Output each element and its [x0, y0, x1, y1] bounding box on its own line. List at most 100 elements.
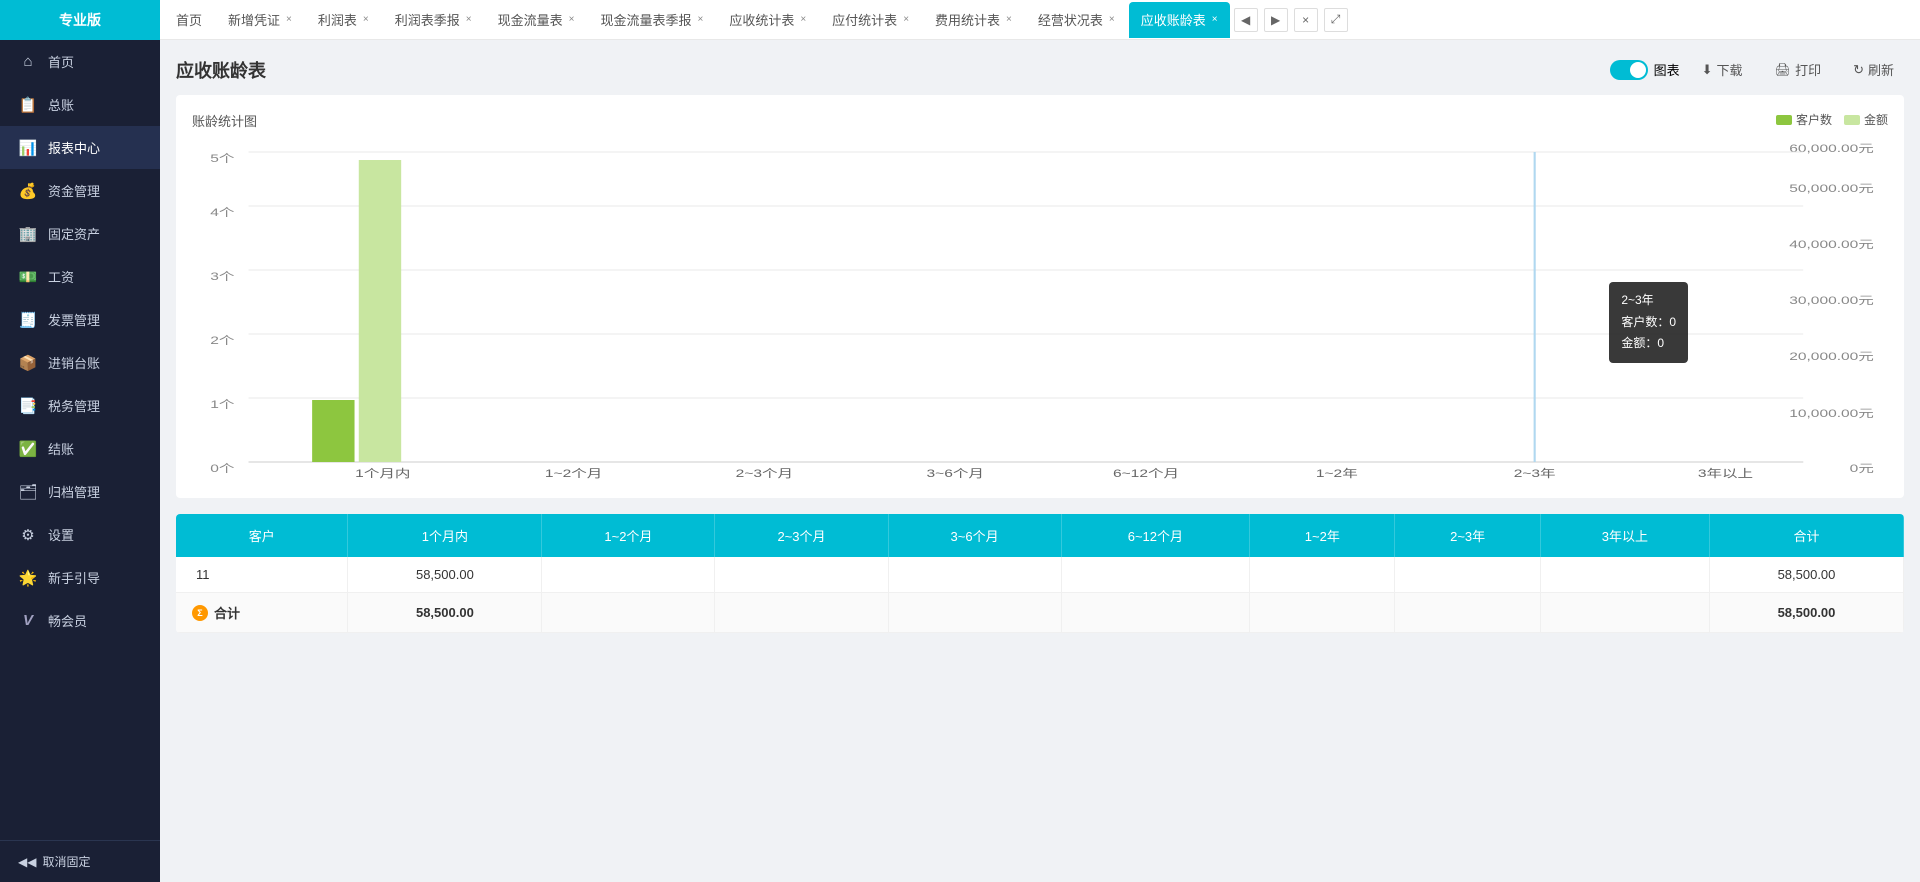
close-icon[interactable]: ×	[466, 14, 472, 25]
total-total: 58,500.00	[1709, 593, 1903, 633]
cell-m4	[888, 557, 1061, 593]
svg-text:30,000.00元: 30,000.00元	[1789, 294, 1874, 306]
tab-receivable-aging[interactable]: 应收账龄表 ×	[1129, 2, 1230, 38]
unpin-label: 取消固定	[42, 853, 90, 870]
tab-prev-btn[interactable]: ◀	[1234, 8, 1258, 32]
sidebar-item-checkout[interactable]: ✅ 结账	[0, 427, 160, 470]
sidebar-item-label: 结账	[48, 439, 74, 458]
svg-text:1~2个月: 1~2个月	[545, 467, 602, 479]
svg-text:2~3年: 2~3年	[1514, 467, 1556, 479]
sidebar-item-ledger[interactable]: 📋 总账	[0, 83, 160, 126]
close-icon[interactable]: ×	[1212, 14, 1218, 25]
col-m6: 1~2年	[1250, 514, 1395, 557]
home-icon: ⌂	[18, 53, 38, 70]
tab-operations[interactable]: 经营状况表 ×	[1026, 2, 1127, 38]
refresh-button[interactable]: ↻ 刷新	[1843, 56, 1904, 83]
close-icon[interactable]: ×	[697, 14, 703, 25]
total-m2	[542, 593, 715, 633]
toggle-label: 图表	[1654, 60, 1680, 79]
sidebar-item-salary[interactable]: 💵 工资	[0, 255, 160, 298]
svg-text:0个: 0个	[210, 462, 235, 474]
stock-icon: 📦	[18, 354, 38, 372]
total-text: 合计	[214, 603, 240, 622]
download-button[interactable]: ⬇ 下载	[1692, 56, 1753, 83]
tab-label: 应付统计表	[832, 10, 897, 29]
cell-m7	[1395, 557, 1540, 593]
chart-toggle-wrap: 图表	[1610, 60, 1680, 80]
sidebar-item-tax[interactable]: 📑 税务管理	[0, 384, 160, 427]
tab-profit-quarterly[interactable]: 利润表季报 ×	[383, 2, 484, 38]
close-icon[interactable]: ×	[286, 14, 292, 25]
total-label-cell: Σ 合计	[176, 593, 348, 633]
legend-amount-color	[1844, 115, 1860, 125]
vip-icon: V	[18, 612, 38, 629]
tab-expense-stats[interactable]: 费用统计表 ×	[923, 2, 1024, 38]
sidebar-item-archive[interactable]: 🗂 归档管理	[0, 470, 160, 513]
sidebar-item-home[interactable]: ⌂ 首页	[0, 40, 160, 83]
svg-text:2~3个月: 2~3个月	[736, 467, 793, 479]
col-m7: 2~3年	[1395, 514, 1540, 557]
sidebar-item-guide[interactable]: 🌟 新手引导	[0, 556, 160, 599]
svg-text:2个: 2个	[210, 334, 235, 346]
cell-m8	[1540, 557, 1709, 593]
tab-home[interactable]: 首页	[164, 2, 214, 38]
close-icon[interactable]: ×	[569, 14, 575, 25]
tab-payable-stats[interactable]: 应付统计表 ×	[820, 2, 921, 38]
close-icon[interactable]: ×	[1109, 14, 1115, 25]
legend-amount: 金额	[1844, 111, 1888, 128]
tab-label: 现金流量表	[498, 10, 563, 29]
table-header-row: 客户 1个月内 1~2个月 2~3个月 3~6个月 6~12个月 1~2年 2~…	[176, 514, 1904, 557]
page-title: 应收账龄表	[176, 57, 266, 83]
tab-close-btn[interactable]: ×	[1294, 8, 1318, 32]
download-label: 下载	[1717, 60, 1743, 79]
cell-customer: 11	[176, 557, 348, 593]
refresh-label: 刷新	[1868, 60, 1894, 79]
sidebar-item-label: 固定资产	[48, 224, 100, 243]
sidebar-item-report[interactable]: 📊 报表中心	[0, 126, 160, 169]
tab-receivable-stats[interactable]: 应收统计表 ×	[717, 2, 818, 38]
close-icon[interactable]: ×	[800, 14, 806, 25]
sidebar-unpin[interactable]: ◀◀ 取消固定	[0, 840, 160, 882]
sidebar-item-stock[interactable]: 📦 进销台账	[0, 341, 160, 384]
salary-icon: 💵	[18, 268, 38, 286]
data-table: 客户 1个月内 1~2个月 2~3个月 3~6个月 6~12个月 1~2年 2~…	[176, 514, 1904, 633]
sidebar-item-invoice[interactable]: 🧾 发票管理	[0, 298, 160, 341]
tab-bar: 首页 新增凭证 × 利润表 × 利润表季报 × 现金流量表 × 现金流量表季报 …	[160, 0, 1920, 40]
close-icon[interactable]: ×	[903, 14, 909, 25]
sidebar-logo: 专业版	[0, 0, 160, 40]
fund-icon: 💰	[18, 182, 38, 200]
total-icon: Σ	[192, 605, 208, 621]
sidebar-item-asset[interactable]: 🏢 固定资产	[0, 212, 160, 255]
sidebar-item-vip[interactable]: V 畅会员	[0, 599, 160, 642]
chart-container: 账龄统计图 客户数 金额 0个 1个 2个 3个 4个	[176, 95, 1904, 498]
col-m1: 1个月内	[348, 514, 542, 557]
tax-icon: 📑	[18, 397, 38, 415]
tab-next-btn[interactable]: ▶	[1264, 8, 1288, 32]
print-button[interactable]: 🖨 打印	[1765, 56, 1832, 83]
tab-label: 现金流量表季报	[600, 10, 691, 29]
tab-cashflow-quarterly[interactable]: 现金流量表季报 ×	[588, 2, 715, 38]
download-icon: ⬇	[1702, 62, 1713, 78]
tab-profit[interactable]: 利润表 ×	[306, 2, 381, 38]
close-icon[interactable]: ×	[363, 14, 369, 25]
chart-svg: 0个 1个 2个 3个 4个 5个 0元 10,000.00元 20,000.0…	[192, 142, 1888, 482]
cell-total: 58,500.00	[1709, 557, 1903, 593]
checkout-icon: ✅	[18, 440, 38, 458]
chart-toggle[interactable]	[1610, 60, 1648, 80]
sidebar-item-settings[interactable]: ⚙ 设置	[0, 513, 160, 556]
sidebar-item-label: 报表中心	[48, 138, 100, 157]
tab-cashflow[interactable]: 现金流量表 ×	[486, 2, 587, 38]
svg-text:50,000.00元: 50,000.00元	[1789, 182, 1874, 194]
svg-text:5个: 5个	[210, 152, 235, 164]
asset-icon: 🏢	[18, 225, 38, 243]
tab-new-voucher[interactable]: 新增凭证 ×	[216, 2, 304, 38]
settings-icon: ⚙	[18, 526, 38, 544]
total-m1: 58,500.00	[348, 593, 542, 633]
svg-text:6~12个月: 6~12个月	[1113, 467, 1179, 479]
svg-text:3~6个月: 3~6个月	[926, 467, 983, 479]
sidebar-item-fund[interactable]: 💰 资金管理	[0, 169, 160, 212]
sidebar-item-label: 发票管理	[48, 310, 100, 329]
close-icon[interactable]: ×	[1006, 14, 1012, 25]
total-label: Σ 合计	[192, 603, 331, 622]
tab-expand-btn[interactable]: ⤢	[1324, 8, 1348, 32]
